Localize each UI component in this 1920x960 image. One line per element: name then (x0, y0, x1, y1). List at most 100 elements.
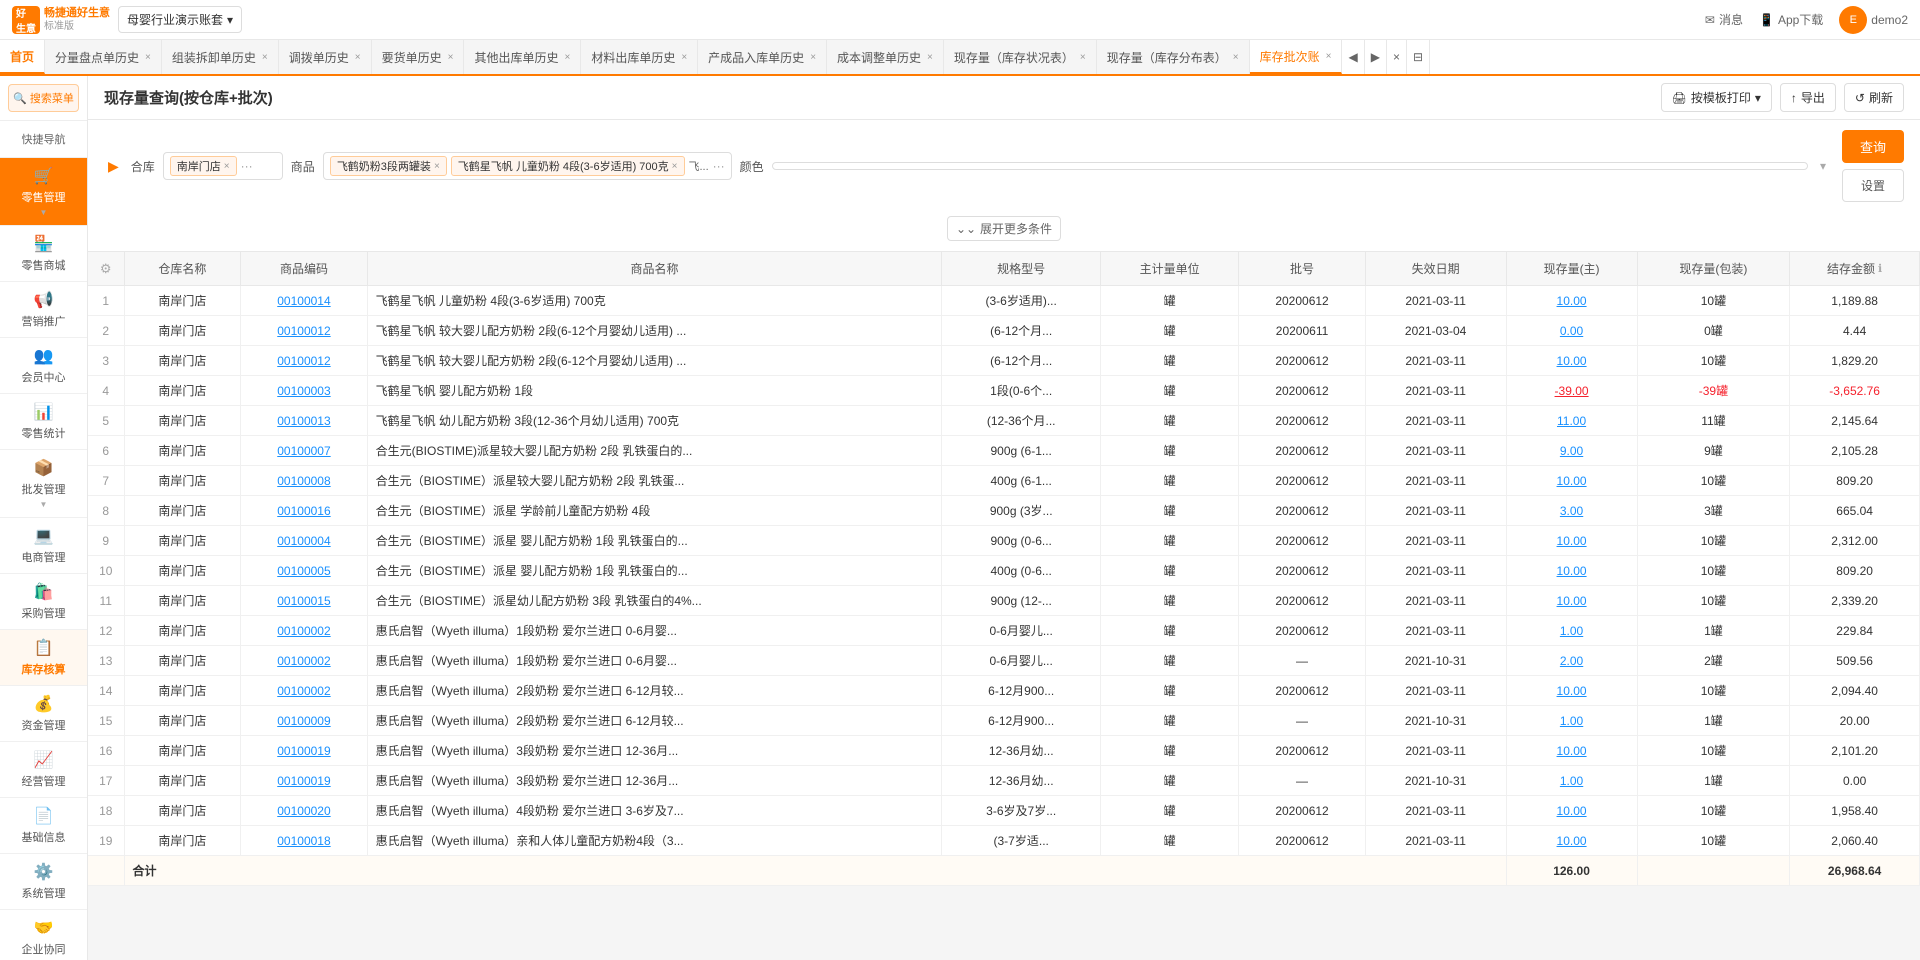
tab-close-icon[interactable]: × (262, 52, 268, 63)
tab-material-out-history[interactable]: 材料出库单历史 × (581, 40, 698, 74)
query-button[interactable]: 查询 (1842, 130, 1904, 163)
row-qty-main[interactable]: 1.00 (1506, 766, 1637, 796)
settings-button[interactable]: 设置 (1842, 169, 1904, 202)
tab-close-icon[interactable]: × (355, 52, 361, 63)
info-icon[interactable]: ℹ (1878, 262, 1882, 275)
sidebar-item-sys-mgmt[interactable]: ⚙️ 系统管理 (0, 854, 87, 910)
tab-other-out-history[interactable]: 其他出库单历史 × (464, 40, 581, 74)
gear-icon[interactable]: ⚙ (100, 261, 112, 276)
print-button[interactable]: 🖨 按模板打印 ▾ (1661, 83, 1772, 112)
row-code[interactable]: 00100012 (241, 316, 367, 346)
account-dropdown[interactable]: 母婴行业演示账套 ▾ (118, 6, 242, 33)
tab-require-history[interactable]: 要货单历史 × (372, 40, 465, 74)
tab-batch-ledger[interactable]: 库存批次账 × (1250, 40, 1343, 74)
product-tag-2-close[interactable]: × (672, 161, 678, 172)
row-code[interactable]: 00100015 (241, 586, 367, 616)
row-qty-main[interactable]: 10.00 (1506, 526, 1637, 556)
row-qty-main[interactable]: 10.00 (1506, 346, 1637, 376)
tab-close-icon[interactable]: × (681, 52, 687, 63)
row-code[interactable]: 00100005 (241, 556, 367, 586)
row-qty-main[interactable]: 3.00 (1506, 496, 1637, 526)
tab-close-all-btn[interactable]: × (1387, 40, 1407, 74)
tab-disassemble-history[interactable]: 组装拆卸单历史 × (162, 40, 279, 74)
tab-close-icon[interactable]: × (145, 52, 151, 63)
row-qty-main[interactable]: 10.00 (1506, 556, 1637, 586)
tab-cost-adjust-history[interactable]: 成本调整单历史 × (827, 40, 944, 74)
sidebar-item-member-center[interactable]: 👥 会员中心 (0, 338, 87, 394)
tab-inventory-status[interactable]: 现存量（库存状况表） × (944, 40, 1097, 74)
tab-close-icon[interactable]: × (927, 52, 933, 63)
row-qty-main[interactable]: 10.00 (1506, 286, 1637, 316)
sidebar-item-retail-shop[interactable]: 🏪 零售商城 (0, 226, 87, 282)
refresh-button[interactable]: ↺ 刷新 (1844, 83, 1904, 112)
tab-close-icon[interactable]: × (810, 52, 816, 63)
th-gear[interactable]: ⚙ (88, 252, 124, 286)
row-code[interactable]: 00100002 (241, 616, 367, 646)
sidebar-item-biz-mgmt[interactable]: 📈 经营管理 (0, 742, 87, 798)
tab-mix-history[interactable]: 调拨单历史 × (279, 40, 372, 74)
row-code[interactable]: 00100014 (241, 286, 367, 316)
export-button[interactable]: ↑ 导出 (1780, 83, 1836, 112)
sidebar-item-inventory-check[interactable]: 📋 库存核算 (0, 630, 87, 686)
search-menu-button[interactable]: 🔍 搜索菜单 (8, 84, 79, 112)
tab-close-icon[interactable]: × (1080, 52, 1086, 63)
warehouse-tag-close[interactable]: × (224, 161, 230, 172)
row-code[interactable]: 00100018 (241, 826, 367, 856)
row-code[interactable]: 00100016 (241, 496, 367, 526)
sidebar-item-marketing[interactable]: 📢 营销推广 (0, 282, 87, 338)
row-code[interactable]: 00100002 (241, 676, 367, 706)
message-action[interactable]: ✉ 消息 (1705, 11, 1743, 28)
tab-close-icon[interactable]: × (1326, 51, 1332, 62)
row-qty-main[interactable]: 10.00 (1506, 676, 1637, 706)
row-qty-main[interactable]: 10.00 (1506, 586, 1637, 616)
row-qty-main[interactable]: 10.00 (1506, 736, 1637, 766)
row-qty-main[interactable]: 1.00 (1506, 616, 1637, 646)
row-code[interactable]: 00100003 (241, 376, 367, 406)
row-code[interactable]: 00100020 (241, 796, 367, 826)
product-filter-box[interactable]: 飞鹤奶粉3段两罐装 × 飞鹤星飞帆 儿童奶粉 4段(3-6岁适用) 700克 ×… (323, 152, 732, 180)
warehouse-filter-box[interactable]: 南岸门店 × ··· (163, 152, 283, 180)
row-code[interactable]: 00100013 (241, 406, 367, 436)
tab-menu-btn[interactable]: ⊟ (1407, 40, 1430, 74)
row-code[interactable]: 00100004 (241, 526, 367, 556)
row-qty-main[interactable]: 10.00 (1506, 796, 1637, 826)
row-qty-main[interactable]: 9.00 (1506, 436, 1637, 466)
app-download-action[interactable]: 📱 App下载 (1759, 11, 1823, 28)
row-qty-main[interactable]: 1.00 (1506, 706, 1637, 736)
tab-close-icon[interactable]: × (1233, 52, 1239, 63)
row-code[interactable]: 00100019 (241, 766, 367, 796)
row-code[interactable]: 00100009 (241, 706, 367, 736)
tab-next-btn[interactable]: ▶ (1365, 40, 1387, 74)
row-code[interactable]: 00100007 (241, 436, 367, 466)
row-code[interactable]: 00100012 (241, 346, 367, 376)
row-qty-main[interactable]: 2.00 (1506, 646, 1637, 676)
user-profile[interactable]: E demo2 (1839, 6, 1908, 34)
row-qty-main[interactable]: -39.00 (1506, 376, 1637, 406)
row-qty-main[interactable]: 0.00 (1506, 316, 1637, 346)
tab-close-icon[interactable]: × (448, 52, 454, 63)
tab-split-history[interactable]: 分量盘点单历史 × (45, 40, 162, 74)
sidebar-item-basic-info[interactable]: 📄 基础信息 (0, 798, 87, 854)
sidebar-item-finance-mgmt[interactable]: 💰 资金管理 (0, 686, 87, 742)
row-code[interactable]: 00100002 (241, 646, 367, 676)
sidebar-item-purchase-mgmt[interactable]: 🛍️ 采购管理 (0, 574, 87, 630)
tab-home[interactable]: 首页 (0, 40, 45, 74)
sidebar-item-enterprise-collab[interactable]: 🤝 企业协同 (0, 910, 87, 960)
row-code[interactable]: 00100008 (241, 466, 367, 496)
row-qty-main[interactable]: 10.00 (1506, 466, 1637, 496)
sidebar-item-ecommerce[interactable]: 💻 电商管理 (0, 518, 87, 574)
sidebar-item-retail-mgmt[interactable]: 🛒 零售管理 ▼ (0, 158, 87, 226)
expand-arrow-icon[interactable]: ▶ (104, 158, 123, 175)
color-filter-box[interactable] (772, 162, 1808, 170)
row-qty-main[interactable]: 11.00 (1506, 406, 1637, 436)
sidebar-item-retail-stats[interactable]: 📊 零售统计 (0, 394, 87, 450)
row-code[interactable]: 00100019 (241, 736, 367, 766)
row-qty-main[interactable]: 10.00 (1506, 826, 1637, 856)
expand-more-conditions-btn[interactable]: ⌄⌄ 展开更多条件 (947, 216, 1061, 241)
tab-prev-btn[interactable]: ◀ (1342, 40, 1364, 74)
tab-close-icon[interactable]: × (564, 52, 570, 63)
tab-inventory-dist[interactable]: 现存量（库存分布表） × (1097, 40, 1250, 74)
tab-product-in-history[interactable]: 产成品入库单历史 × (698, 40, 827, 74)
sidebar-item-wholesale-mgmt[interactable]: 📦 批发管理 ▼ (0, 450, 87, 518)
product-tag-1-close[interactable]: × (434, 161, 440, 172)
